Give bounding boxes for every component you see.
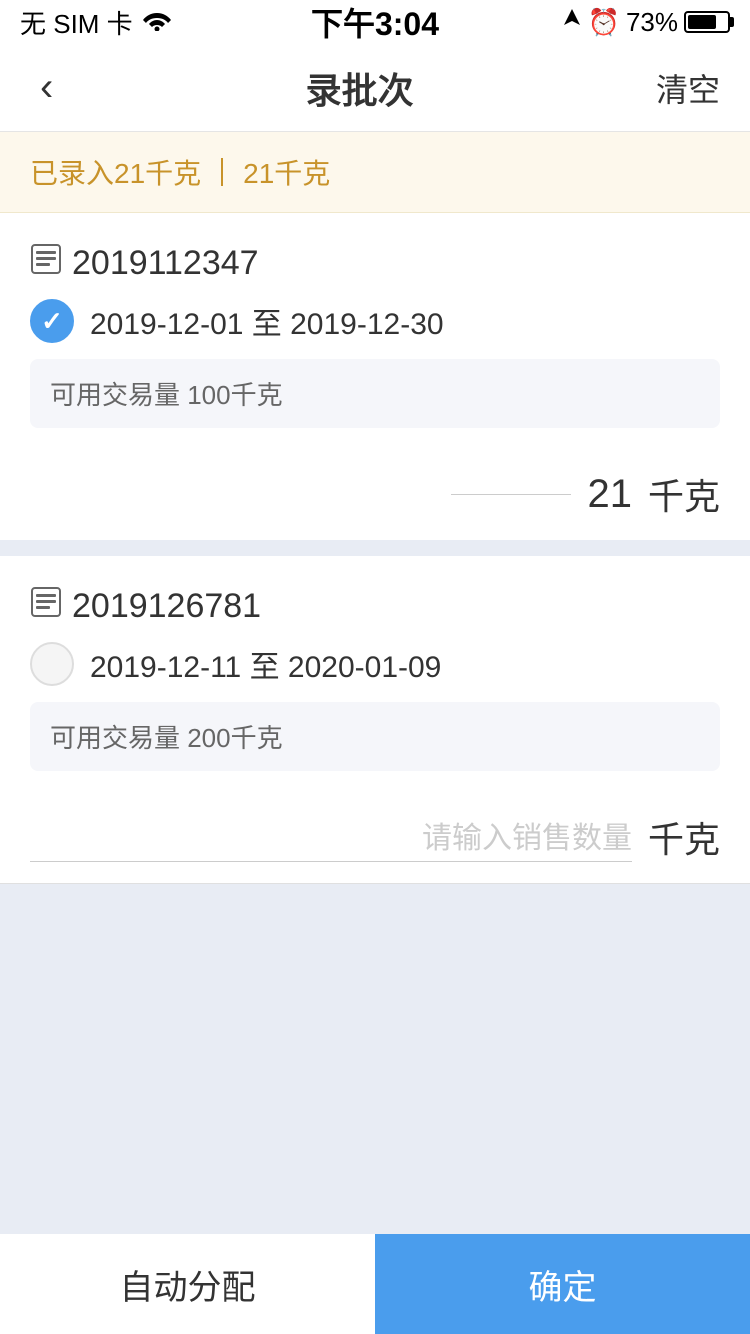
nav-bar: ‹ 录批次 清空	[0, 44, 750, 132]
summary-banner: 已录入21千克 21千克	[0, 132, 750, 213]
batch-date-row-1[interactable]: 2019-12-01 至 2019-12-30	[30, 299, 720, 343]
quantity-input-wrapper-2[interactable]: 请输入销售数量	[30, 813, 632, 862]
batch-availability-1: 可用交易量 100千克	[30, 359, 720, 428]
batch-date-1: 2019-12-01 至 2019-12-30	[90, 299, 444, 343]
input-underline-2	[30, 861, 632, 862]
alarm-icon: ⏰	[588, 7, 620, 38]
quantity-input-row-2[interactable]: 请输入销售数量 千克	[0, 791, 750, 884]
status-left: 无 SIM 卡	[20, 4, 173, 41]
batch-id-1: 2019112347	[72, 244, 259, 283]
quantity-unit-1: 千克	[648, 468, 720, 520]
battery-icon	[684, 11, 730, 33]
battery-fill	[688, 15, 716, 29]
batch-doc-icon-2	[30, 586, 62, 626]
bottom-background	[0, 884, 750, 1284]
batch-header-2: 2019126781	[30, 586, 720, 626]
quantity-placeholder-2: 请输入销售数量	[422, 813, 632, 857]
batch-availability-2: 可用交易量 200千克	[30, 702, 720, 771]
batch-doc-icon-1	[30, 243, 62, 283]
quantity-unit-2: 千克	[648, 811, 720, 863]
batch-date-2: 2019-12-11 至 2020-01-09	[90, 642, 441, 686]
summary-amount: 21千克	[243, 152, 330, 192]
quantity-separator-1	[451, 494, 571, 495]
page-title: 录批次	[306, 62, 414, 114]
batch-id-2: 2019126781	[72, 587, 261, 626]
back-button[interactable]: ‹	[30, 55, 63, 120]
auto-distribute-button[interactable]: 自动分配	[0, 1234, 375, 1334]
carrier-text: 无 SIM 卡	[20, 4, 133, 41]
quantity-value-1[interactable]: 21	[587, 472, 632, 517]
batch-card-2: 2019126781 2019-12-11 至 2020-01-09 可用交易量…	[0, 556, 750, 884]
batch-card-1: 2019112347 2019-12-01 至 2019-12-30 可用交易量…	[0, 213, 750, 540]
status-right: ⏰ 73%	[562, 7, 730, 38]
battery-percent: 73%	[626, 7, 678, 38]
bottom-buttons: 自动分配 确定	[0, 1234, 750, 1334]
clear-button[interactable]: 清空	[656, 65, 720, 111]
recorded-label: 已录入21千克	[30, 152, 201, 192]
status-time: 下午3:04	[311, 0, 439, 45]
section-divider	[0, 540, 750, 556]
confirm-button[interactable]: 确定	[375, 1234, 750, 1334]
summary-divider	[221, 158, 223, 186]
batch-item-1: 2019112347 2019-12-01 至 2019-12-30 可用交易量…	[0, 213, 750, 448]
batch-radio-2[interactable]	[30, 642, 74, 686]
batch-date-row-2[interactable]: 2019-12-11 至 2020-01-09	[30, 642, 720, 686]
batch-item-2: 2019126781 2019-12-11 至 2020-01-09 可用交易量…	[0, 556, 750, 791]
wifi-icon	[141, 7, 173, 38]
batch-radio-1[interactable]	[30, 299, 74, 343]
status-bar: 无 SIM 卡 下午3:04 ⏰ 73%	[0, 0, 750, 44]
location-icon	[562, 7, 582, 38]
quantity-display-row-1: 21 千克	[0, 448, 750, 540]
batch-header-1: 2019112347	[30, 243, 720, 283]
